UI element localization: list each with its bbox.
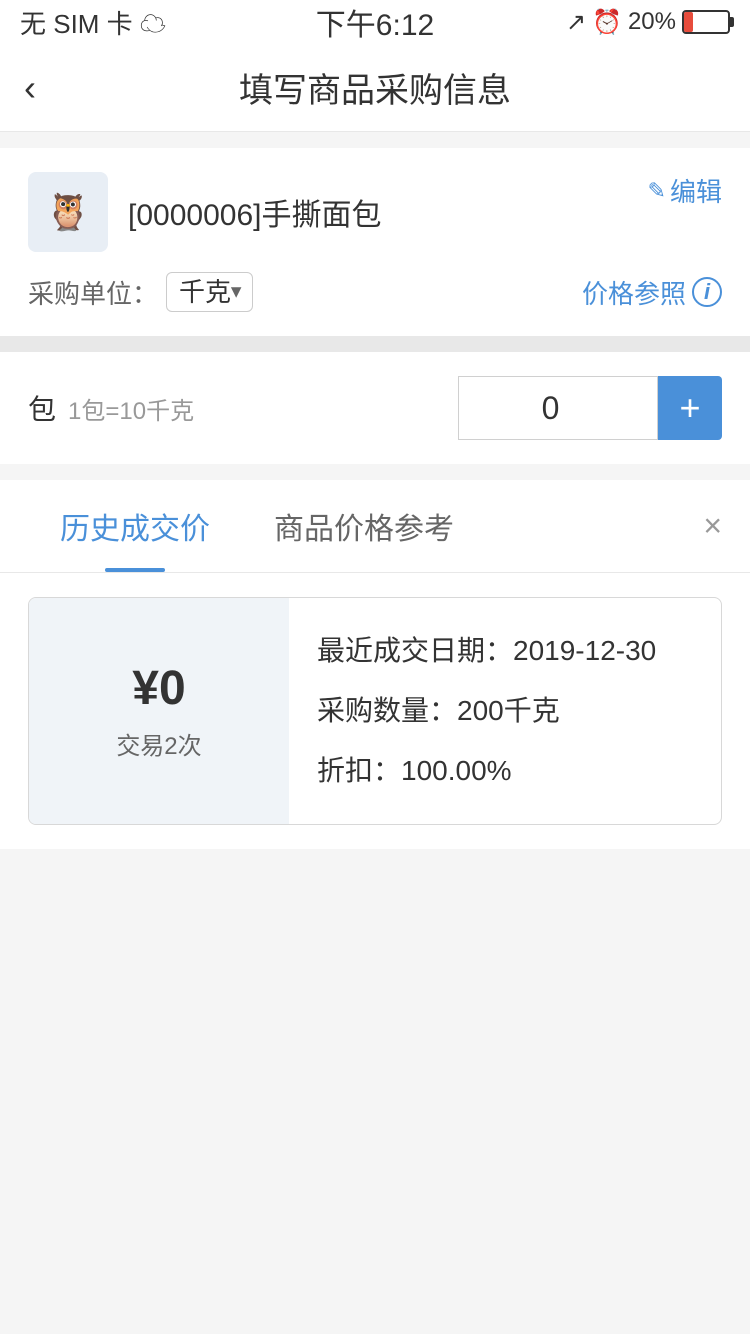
- discount-value: 100.00%: [401, 755, 512, 786]
- product-name: [0000006]手撕面包: [128, 190, 381, 234]
- battery-fill: [684, 12, 693, 32]
- product-left: 🦉 [0000006]手撕面包: [28, 172, 381, 252]
- tab-history-label: 历史成交价: [60, 513, 210, 546]
- tab-section: 历史成交价 商品价格参考 × ¥0 交易2次 最近成交日期：2019-12-30…: [0, 480, 750, 849]
- transaction-area: ¥0 交易2次 最近成交日期：2019-12-30 采购数量：200千克 折扣：…: [0, 573, 750, 849]
- qty-label: 采购数量：: [317, 695, 457, 726]
- product-logo: 🦉: [28, 172, 108, 252]
- transaction-left: ¥0 交易2次: [29, 598, 289, 824]
- battery-percent: 20%: [628, 8, 676, 36]
- quantity-plus-button[interactable]: +: [658, 376, 722, 440]
- transaction-price: ¥0: [132, 661, 185, 716]
- unit-label: 采购单位：: [28, 274, 158, 311]
- pkg-icon: 包: [28, 388, 56, 428]
- recent-date-label: 最近成交日期：: [317, 635, 513, 666]
- product-card: 🦉 [0000006]手撕面包 ✎ 编辑 采购单位： 千克 价格参照 i: [0, 148, 750, 336]
- recent-date-value: 2019-12-30: [513, 635, 656, 666]
- discount-label: 折扣：: [317, 755, 401, 786]
- back-button[interactable]: ‹: [24, 67, 36, 109]
- transaction-right: 最近成交日期：2019-12-30 采购数量：200千克 折扣：100.00%: [289, 598, 721, 824]
- qty-value: 200千克: [457, 695, 560, 726]
- divider-1: [0, 336, 750, 352]
- status-right: ↗ ⏰ 20%: [566, 8, 730, 37]
- alarm-icon: ⏰: [592, 8, 622, 37]
- unit-dropdown-wrapper[interactable]: 千克: [166, 272, 253, 312]
- transaction-qty: 采购数量：200千克: [317, 690, 693, 732]
- status-left: 无 SIM 卡 ☁: [20, 4, 166, 41]
- status-bar: 无 SIM 卡 ☁ 下午6:12 ↗ ⏰ 20%: [0, 0, 750, 44]
- edit-icon: ✎: [648, 178, 666, 204]
- transaction-count: 交易2次: [116, 726, 201, 761]
- unit-selector-group: 采购单位： 千克: [28, 272, 253, 312]
- location-icon: ↗: [566, 8, 586, 37]
- tab-header: 历史成交价 商品价格参考 ×: [0, 480, 750, 573]
- product-unit-row: 采购单位： 千克 价格参照 i: [28, 272, 722, 312]
- price-ref-icon: i: [692, 277, 722, 307]
- price-ref-button[interactable]: 价格参照 i: [582, 274, 722, 311]
- product-logo-icon: 🦉: [46, 191, 91, 233]
- transaction-discount: 折扣：100.00%: [317, 750, 693, 792]
- quantity-input[interactable]: [458, 376, 658, 440]
- status-time: 下午6:12: [316, 0, 434, 44]
- edit-button[interactable]: ✎ 编辑: [648, 172, 722, 209]
- sim-label: 无 SIM 卡 ☁: [20, 4, 166, 41]
- pkg-ratio: 1包=10千克: [68, 391, 194, 426]
- quantity-input-wrapper: +: [458, 376, 722, 440]
- tab-close-button[interactable]: ×: [703, 508, 722, 545]
- nav-bar: ‹ 填写商品采购信息: [0, 44, 750, 132]
- transaction-recent-date: 最近成交日期：2019-12-30: [317, 630, 693, 672]
- unit-select[interactable]: 千克: [166, 272, 253, 312]
- tab-product-price-ref[interactable]: 商品价格参考: [242, 480, 486, 572]
- tab-product-price-label: 商品价格参考: [274, 513, 454, 546]
- edit-label: 编辑: [670, 172, 722, 209]
- battery-icon: [682, 10, 730, 34]
- product-header: 🦉 [0000006]手撕面包 ✎ 编辑: [28, 172, 722, 252]
- tab-history-price[interactable]: 历史成交价: [28, 480, 242, 572]
- quantity-left: 包 1包=10千克: [28, 388, 194, 428]
- transaction-card: ¥0 交易2次 最近成交日期：2019-12-30 采购数量：200千克 折扣：…: [28, 597, 722, 825]
- quantity-row: 包 1包=10千克 +: [0, 352, 750, 464]
- price-ref-label: 价格参照: [582, 274, 686, 311]
- page-title: 填写商品采购信息: [239, 63, 511, 112]
